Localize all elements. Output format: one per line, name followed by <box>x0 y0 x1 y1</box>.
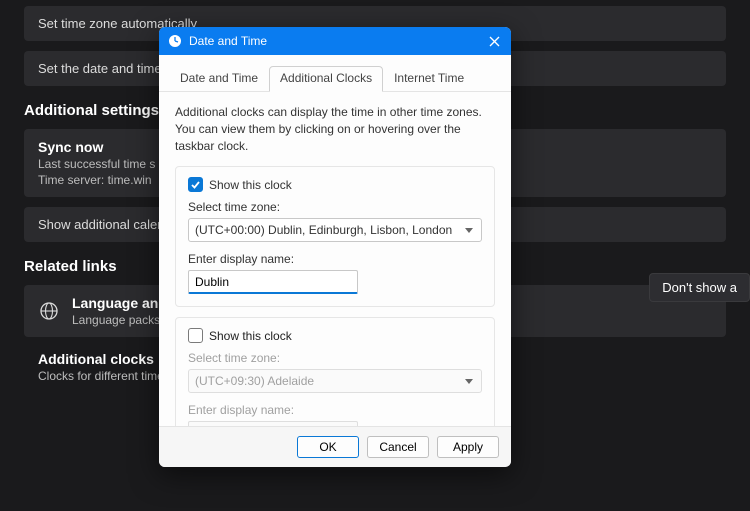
link-subtitle: Language packs, <box>72 313 167 327</box>
setting-label: Show additional caler <box>38 217 162 232</box>
select-value: (UTC+09:30) Adelaide <box>195 374 314 388</box>
tab-additional-clocks[interactable]: Additional Clocks <box>269 66 383 92</box>
apply-button[interactable]: Apply <box>437 436 499 458</box>
clock-2-tz-label: Select time zone: <box>188 351 482 365</box>
setting-label: Set the date and time <box>38 61 162 76</box>
dialog-title: Date and Time <box>189 34 483 48</box>
link-title: Language and <box>72 295 167 311</box>
clock-2-name-label: Enter display name: <box>188 403 482 417</box>
ok-button[interactable]: OK <box>297 436 359 458</box>
dialog-titlebar[interactable]: Date and Time <box>159 27 511 55</box>
tab-date-and-time[interactable]: Date and Time <box>169 66 269 92</box>
dialog-button-row: OK Cancel Apply <box>159 426 511 467</box>
dialog-description: Additional clocks can display the time i… <box>175 104 495 154</box>
cancel-button[interactable]: Cancel <box>367 436 429 458</box>
clock-2-show-label: Show this clock <box>209 329 292 343</box>
select-value: (UTC+00:00) Dublin, Edinburgh, Lisbon, L… <box>195 223 452 237</box>
clock-1-show-checkbox[interactable] <box>188 177 203 192</box>
dialog-tabs: Date and Time Additional Clocks Internet… <box>159 55 511 92</box>
date-time-dialog: Date and Time Date and Time Additional C… <box>159 27 511 467</box>
close-icon <box>489 36 500 47</box>
clock-2-tz-select[interactable]: (UTC+09:30) Adelaide <box>188 369 482 393</box>
close-button[interactable] <box>483 30 505 52</box>
clock-1-name-label: Enter display name: <box>188 252 482 266</box>
dialog-body: Additional clocks can display the time i… <box>159 92 511 426</box>
clock-icon <box>167 33 183 49</box>
dont-show-button[interactable]: Don't show a <box>649 273 750 302</box>
clock-1-tz-select[interactable]: (UTC+00:00) Dublin, Edinburgh, Lisbon, L… <box>188 218 482 242</box>
tab-internet-time[interactable]: Internet Time <box>383 66 475 92</box>
globe-icon <box>38 300 60 322</box>
clock-1-show-label: Show this clock <box>209 178 292 192</box>
clock-1-name-input[interactable] <box>188 270 358 294</box>
clock-1-tz-label: Select time zone: <box>188 200 482 214</box>
check-icon <box>190 179 201 190</box>
clock-2-show-checkbox[interactable] <box>188 328 203 343</box>
clock-1-group: Show this clock Select time zone: (UTC+0… <box>175 166 495 307</box>
clock-2-group: Show this clock Select time zone: (UTC+0… <box>175 317 495 426</box>
